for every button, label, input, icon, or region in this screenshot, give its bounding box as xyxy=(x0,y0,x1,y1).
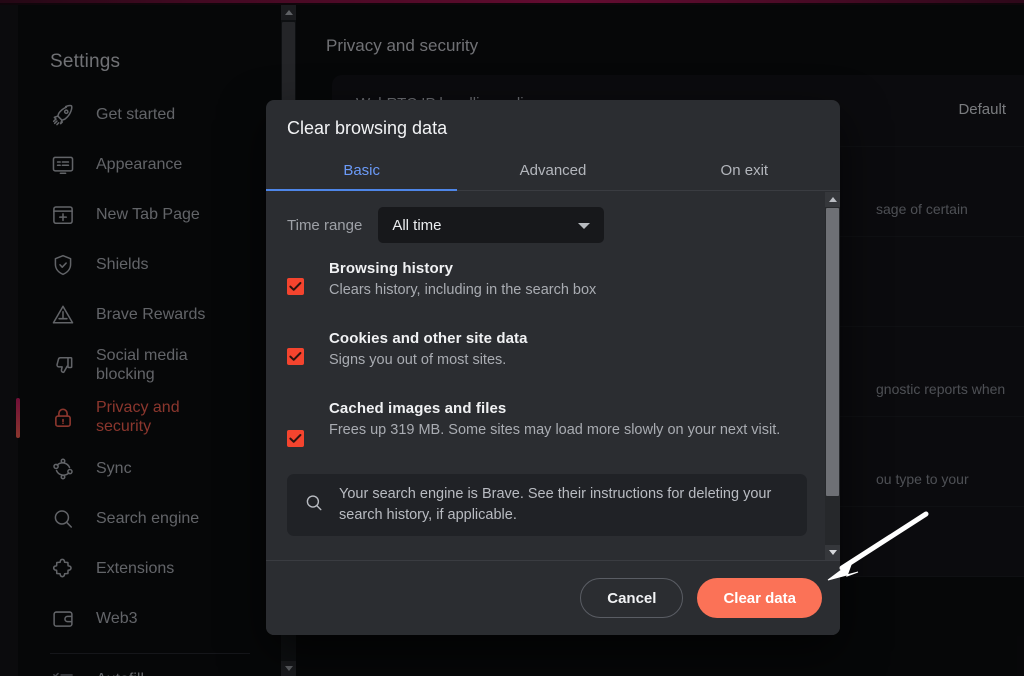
search-icon xyxy=(303,492,325,519)
option-title: Cookies and other site data xyxy=(329,330,807,347)
option-title: Cached images and files xyxy=(329,400,807,417)
dialog-footer: Cancel Clear data xyxy=(266,560,840,635)
search-engine-notice-text: Your search engine is Brave. See their i… xyxy=(339,484,791,526)
time-range-select[interactable]: All time xyxy=(378,207,604,243)
dialog-scroll-up-arrow-icon[interactable] xyxy=(825,192,840,207)
tab-on-exit[interactable]: On exit xyxy=(649,150,840,190)
dialog-body: Time range All time Browsing history Cle… xyxy=(266,192,840,560)
option-subtitle: Signs you out of most sites. xyxy=(329,350,807,371)
time-range-selected-value: All time xyxy=(392,217,441,234)
dialog-scrollbar-thumb[interactable] xyxy=(826,208,839,496)
option-subtitle: Clears history, including in the search … xyxy=(329,280,807,301)
option-browsing-history[interactable]: Browsing history Clears history, includi… xyxy=(287,260,807,316)
time-range-label: Time range xyxy=(287,217,362,234)
search-engine-notice: Your search engine is Brave. See their i… xyxy=(287,474,807,536)
option-subtitle: Frees up 319 MB. Some sites may load mor… xyxy=(329,420,807,441)
option-title: Browsing history xyxy=(329,260,807,277)
option-cookies-and-site-data[interactable]: Cookies and other site data Signs you ou… xyxy=(287,330,807,386)
checkbox-cached-images-and-files[interactable] xyxy=(287,430,304,447)
tab-advanced[interactable]: Advanced xyxy=(457,150,648,190)
settings-window: Settings Get started xyxy=(0,0,1024,676)
checkbox-browsing-history[interactable] xyxy=(287,278,304,295)
tab-basic[interactable]: Basic xyxy=(266,150,457,190)
chevron-down-icon xyxy=(578,223,590,229)
tab-label: On exit xyxy=(721,162,769,179)
dialog-scroll-down-arrow-icon[interactable] xyxy=(825,545,840,560)
checkbox-cookies-and-site-data[interactable] xyxy=(287,348,304,365)
clear-browsing-data-dialog: Clear browsing data Basic Advanced On ex… xyxy=(266,100,840,635)
option-cached-images-and-files[interactable]: Cached images and files Frees up 319 MB.… xyxy=(287,400,807,456)
clear-options-list: Browsing history Clears history, includi… xyxy=(287,260,807,470)
dialog-title: Clear browsing data xyxy=(287,118,447,139)
cancel-button[interactable]: Cancel xyxy=(580,578,683,618)
tab-label: Basic xyxy=(343,162,380,179)
dialog-scrollbar[interactable] xyxy=(825,192,840,560)
tab-label: Advanced xyxy=(520,162,587,179)
clear-data-button[interactable]: Clear data xyxy=(697,578,822,618)
time-range-field: Time range All time xyxy=(287,207,604,243)
dialog-tabs: Basic Advanced On exit xyxy=(266,150,840,191)
